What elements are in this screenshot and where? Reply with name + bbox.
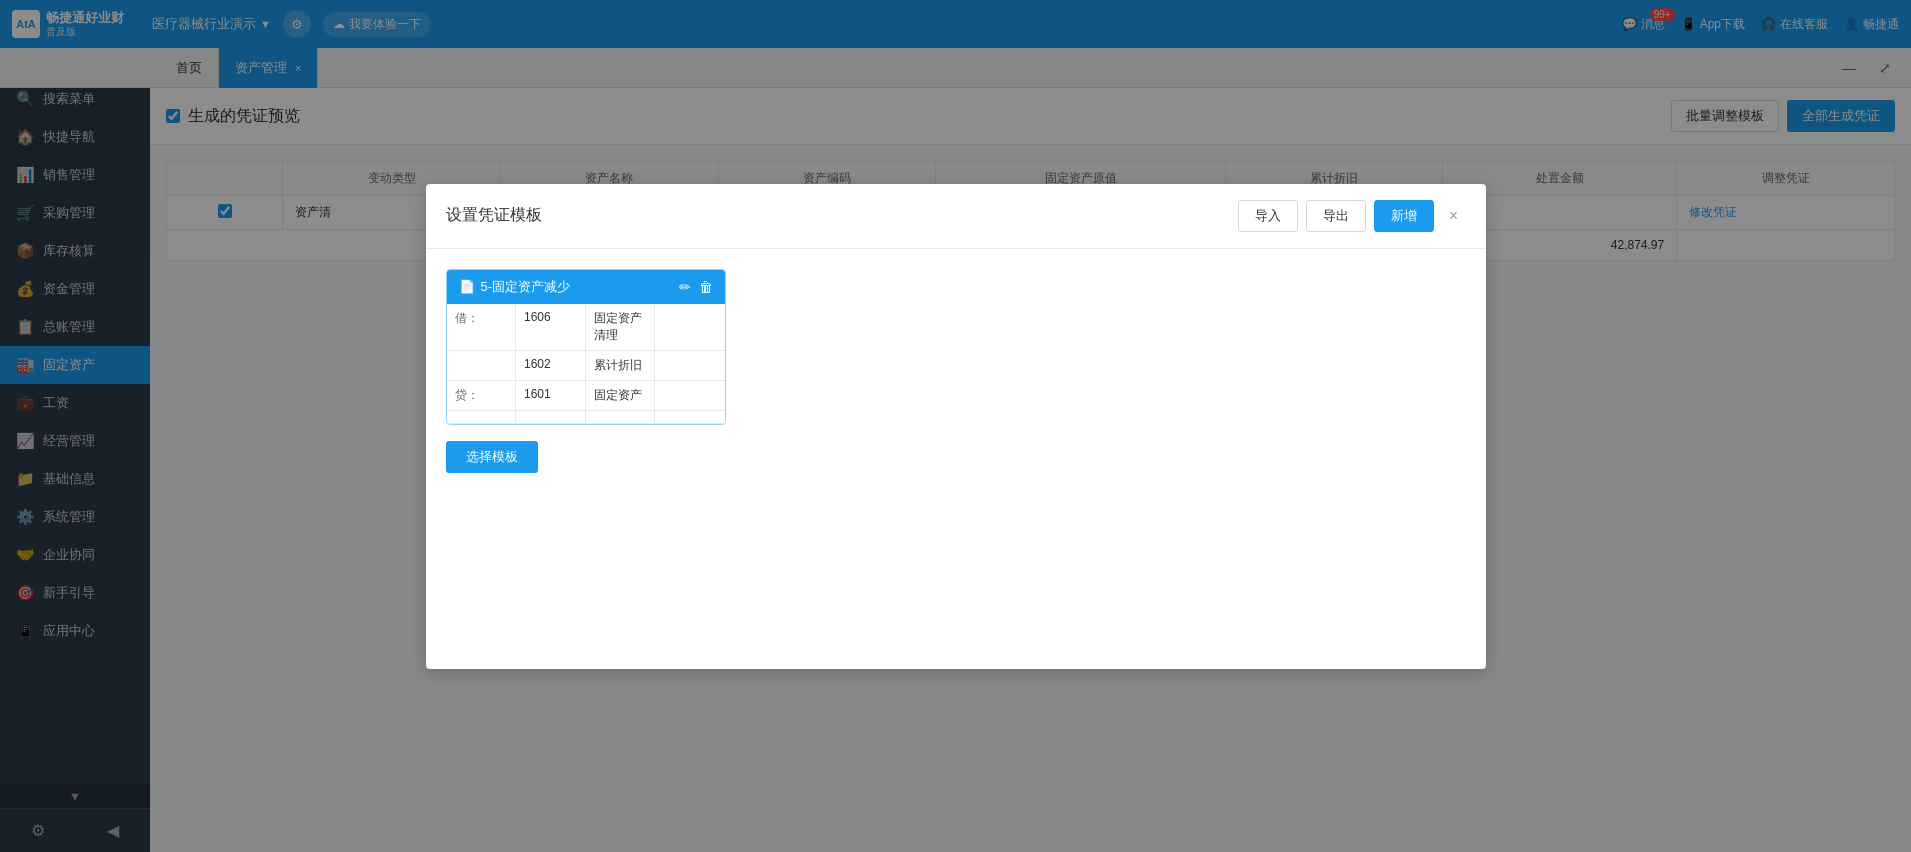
template-name-1: 固定资产清理 [586,304,656,350]
template-name-3: 固定资产 [586,381,656,410]
template-row-2: 1602 累计折旧 [447,351,725,381]
voucher-template-modal: 设置凭证模板 导入 导出 新增 × 📄 5-固定资产减少 ✏ 🗑 [426,184,1486,669]
template-direction-1: 借： [447,304,517,350]
template-actions: ✏ 🗑 [679,279,713,295]
template-card: 📄 5-固定资产减少 ✏ 🗑 借： 1606 固定资产清理 [446,269,726,425]
template-card-body: 借： 1606 固定资产清理 1602 累计折旧 贷： 1601 [447,304,725,424]
template-amount-1 [655,304,725,350]
modal-body: 📄 5-固定资产减少 ✏ 🗑 借： 1606 固定资产清理 [426,249,1486,669]
template-amount-2 [655,351,725,380]
template-code-1: 1606 [516,304,586,350]
template-direction-2 [447,351,517,380]
modal-close-button[interactable]: × [1442,204,1466,228]
template-card-header: 📄 5-固定资产减少 ✏ 🗑 [447,270,725,304]
template-row-3: 贷： 1601 固定资产 [447,381,725,411]
template-name-2: 累计折旧 [586,351,656,380]
template-direction-3: 贷： [447,381,517,410]
export-button[interactable]: 导出 [1306,200,1366,232]
template-doc-icon: 📄 [459,279,475,294]
import-button[interactable]: 导入 [1238,200,1298,232]
template-row-4 [447,411,725,424]
new-template-button[interactable]: 新增 [1374,200,1434,232]
template-delete-button[interactable]: 🗑 [699,279,713,295]
template-amount-4 [655,411,725,423]
template-name: 📄 5-固定资产减少 [459,278,571,296]
select-template-container: 选择模板 [446,425,1466,473]
template-direction-4 [447,411,517,423]
template-code-2: 1602 [516,351,586,380]
template-row-1: 借： 1606 固定资产清理 [447,304,725,351]
modal-header-actions: 导入 导出 新增 × [1238,200,1466,232]
template-code-3: 1601 [516,381,586,410]
modal-header: 设置凭证模板 导入 导出 新增 × [426,184,1486,249]
template-edit-button[interactable]: ✏ [679,279,691,295]
template-code-4 [516,411,586,423]
template-name-4 [586,411,656,423]
modal-overlay: 设置凭证模板 导入 导出 新增 × 📄 5-固定资产减少 ✏ 🗑 [0,0,1911,852]
template-amount-3 [655,381,725,410]
select-template-button[interactable]: 选择模板 [446,441,538,473]
modal-title: 设置凭证模板 [446,205,542,226]
